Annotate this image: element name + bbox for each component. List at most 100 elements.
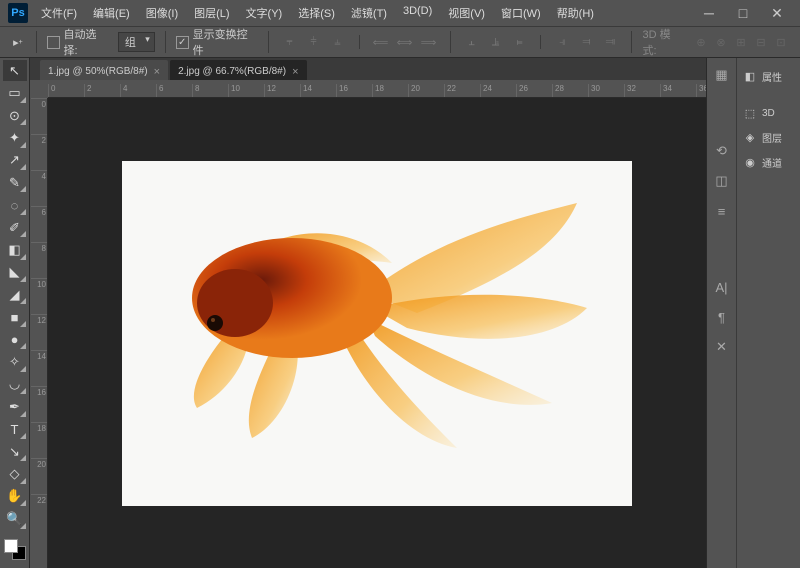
app-logo: Ps <box>8 3 28 23</box>
panel-tab[interactable]: ⬚ 3D <box>737 101 800 125</box>
menu-item[interactable]: 窗口(W) <box>494 1 548 25</box>
tab-close-icon[interactable]: × <box>292 66 298 78</box>
rail-icon[interactable]: ≡ <box>713 202 731 220</box>
rail-icon[interactable]: ✕ <box>713 338 731 356</box>
dist-4-icon[interactable]: ⫣ <box>551 32 573 52</box>
rail-icon[interactable]: ◫ <box>713 172 731 190</box>
auto-select-option[interactable]: 自动选择: <box>47 26 110 58</box>
tool-button[interactable]: ✎ <box>3 172 27 193</box>
color-swatches[interactable] <box>4 539 26 560</box>
menu-item[interactable]: 文字(Y) <box>239 1 290 25</box>
dist-1-icon[interactable]: ⫠ <box>460 32 482 52</box>
rail-icon[interactable]: ▦ <box>713 66 731 84</box>
tool-button[interactable]: ↖ <box>3 60 27 81</box>
align-vcenter-icon[interactable]: ⫩ <box>303 32 325 52</box>
rail-icon[interactable]: A| <box>713 278 731 296</box>
document-tab[interactable]: 1.jpg @ 50%(RGB/8#) × <box>40 60 168 80</box>
align-group-1: ⫧ ⫩ ⫨ <box>279 32 349 52</box>
tool-button[interactable]: T <box>3 419 27 440</box>
group-dropdown[interactable]: 组 <box>118 32 155 52</box>
menu-item[interactable]: 3D(D) <box>396 1 439 25</box>
canvas[interactable] <box>122 161 632 506</box>
canvas-viewport[interactable] <box>48 98 706 568</box>
align-hcenter-icon[interactable]: ⟺ <box>394 32 416 52</box>
panel-tab[interactable]: ◧属性 <box>737 64 800 89</box>
panel-tab[interactable]: ◉通道 <box>737 150 800 175</box>
tool-button[interactable]: 🔍 <box>3 508 27 529</box>
menu-item[interactable]: 滤镜(T) <box>344 1 394 25</box>
tool-button[interactable]: ✧ <box>3 351 27 372</box>
tool-button[interactable]: ⊙ <box>3 105 27 126</box>
rail-icon[interactable]: ¶ <box>713 308 731 326</box>
show-transform-label: 显示变换控件 <box>193 26 258 58</box>
dist-6-icon[interactable]: ⫥ <box>599 32 621 52</box>
3d-pan-icon[interactable]: ⊞ <box>732 32 750 52</box>
ruler-tick: 6 <box>31 206 48 217</box>
tool-button[interactable]: ◣ <box>3 262 27 283</box>
panel-label: 3D <box>762 108 775 119</box>
checkbox-icon[interactable]: ✓ <box>176 36 189 49</box>
align-bottom-icon[interactable]: ⫨ <box>327 32 349 52</box>
panel-label: 属性 <box>762 69 782 84</box>
menu-item[interactable]: 选择(S) <box>291 1 342 25</box>
ruler-tick: 16 <box>336 84 348 98</box>
menu-item[interactable]: 编辑(E) <box>86 1 137 25</box>
dist-2-icon[interactable]: ⫡ <box>484 32 506 52</box>
tool-button[interactable]: ◡ <box>3 374 27 395</box>
tab-label: 1.jpg @ 50%(RGB/8#) <box>48 66 148 77</box>
3d-scale-icon[interactable]: ⊡ <box>772 32 790 52</box>
horizontal-ruler[interactable]: 024681012141618202224262830323436 <box>48 80 706 98</box>
maximize-button[interactable]: □ <box>732 6 754 20</box>
tool-button[interactable]: ● <box>3 329 27 350</box>
checkbox-icon[interactable] <box>47 36 60 49</box>
menu-item[interactable]: 图层(L) <box>187 1 236 25</box>
panel-icon: ◈ <box>743 131 757 145</box>
tool-button[interactable]: ■ <box>3 306 27 327</box>
tool-button[interactable]: ◌ <box>3 194 27 215</box>
tools-panel: ↖▭⊙✦↗✎◌✐◧◣◢■●✧◡✒T↘◇✋🔍 <box>0 58 30 568</box>
ruler-tick: 36 <box>696 84 706 98</box>
document-tab[interactable]: 2.jpg @ 66.7%(RGB/8#)× <box>170 60 306 80</box>
close-button[interactable]: ✕ <box>766 6 788 20</box>
dist-3-icon[interactable]: ⫢ <box>508 32 530 52</box>
tool-button[interactable]: ▭ <box>3 82 27 103</box>
tool-button[interactable]: ✦ <box>3 127 27 148</box>
align-top-icon[interactable]: ⫧ <box>279 32 301 52</box>
ruler-tick: 2 <box>31 134 48 145</box>
auto-select-label: 自动选择: <box>64 26 110 58</box>
fg-swatch[interactable] <box>4 539 18 553</box>
ruler-tick: 32 <box>624 84 636 98</box>
ruler-tick: 28 <box>552 84 564 98</box>
tool-button[interactable]: ↘ <box>3 441 27 462</box>
tool-button[interactable]: ◢ <box>3 284 27 305</box>
tool-button[interactable]: ↗ <box>3 150 27 171</box>
panel-icon: ⬚ <box>743 106 757 120</box>
ruler-tick: 30 <box>588 84 600 98</box>
menu-item[interactable]: 图像(I) <box>139 1 185 25</box>
menu-item[interactable]: 帮助(H) <box>550 1 601 25</box>
window-controls: ─ □ ✕ <box>698 6 788 20</box>
ruler-tick: 18 <box>372 84 384 98</box>
tool-button[interactable]: ✐ <box>3 217 27 238</box>
3d-orbit-icon[interactable]: ⊕ <box>692 32 710 52</box>
dist-5-icon[interactable]: ⫤ <box>575 32 597 52</box>
tool-button[interactable]: ◇ <box>3 463 27 484</box>
3d-roll-icon[interactable]: ⊗ <box>712 32 730 52</box>
tab-close-icon[interactable]: × <box>154 66 160 78</box>
menu-item[interactable]: 文件(F) <box>34 1 84 25</box>
tool-button[interactable]: ◧ <box>3 239 27 260</box>
rail-icon[interactable]: ⟲ <box>713 142 731 160</box>
panel-tab[interactable]: ◈图层 <box>737 125 800 150</box>
align-left-icon[interactable]: ⟸ <box>370 32 392 52</box>
panel-label: 通道 <box>762 155 782 170</box>
show-transform-option[interactable]: ✓ 显示变换控件 <box>176 26 258 58</box>
ruler-tick: 22 <box>31 494 48 505</box>
3d-slide-icon[interactable]: ⊟ <box>752 32 770 52</box>
vertical-ruler[interactable]: 0246810121416182022 <box>30 98 48 568</box>
tool-button[interactable]: ✋ <box>3 486 27 507</box>
align-right-icon[interactable]: ⟹ <box>418 32 440 52</box>
ruler-tick: 4 <box>120 84 127 98</box>
minimize-button[interactable]: ─ <box>698 6 720 20</box>
menu-item[interactable]: 视图(V) <box>441 1 492 25</box>
tool-button[interactable]: ✒ <box>3 396 27 417</box>
